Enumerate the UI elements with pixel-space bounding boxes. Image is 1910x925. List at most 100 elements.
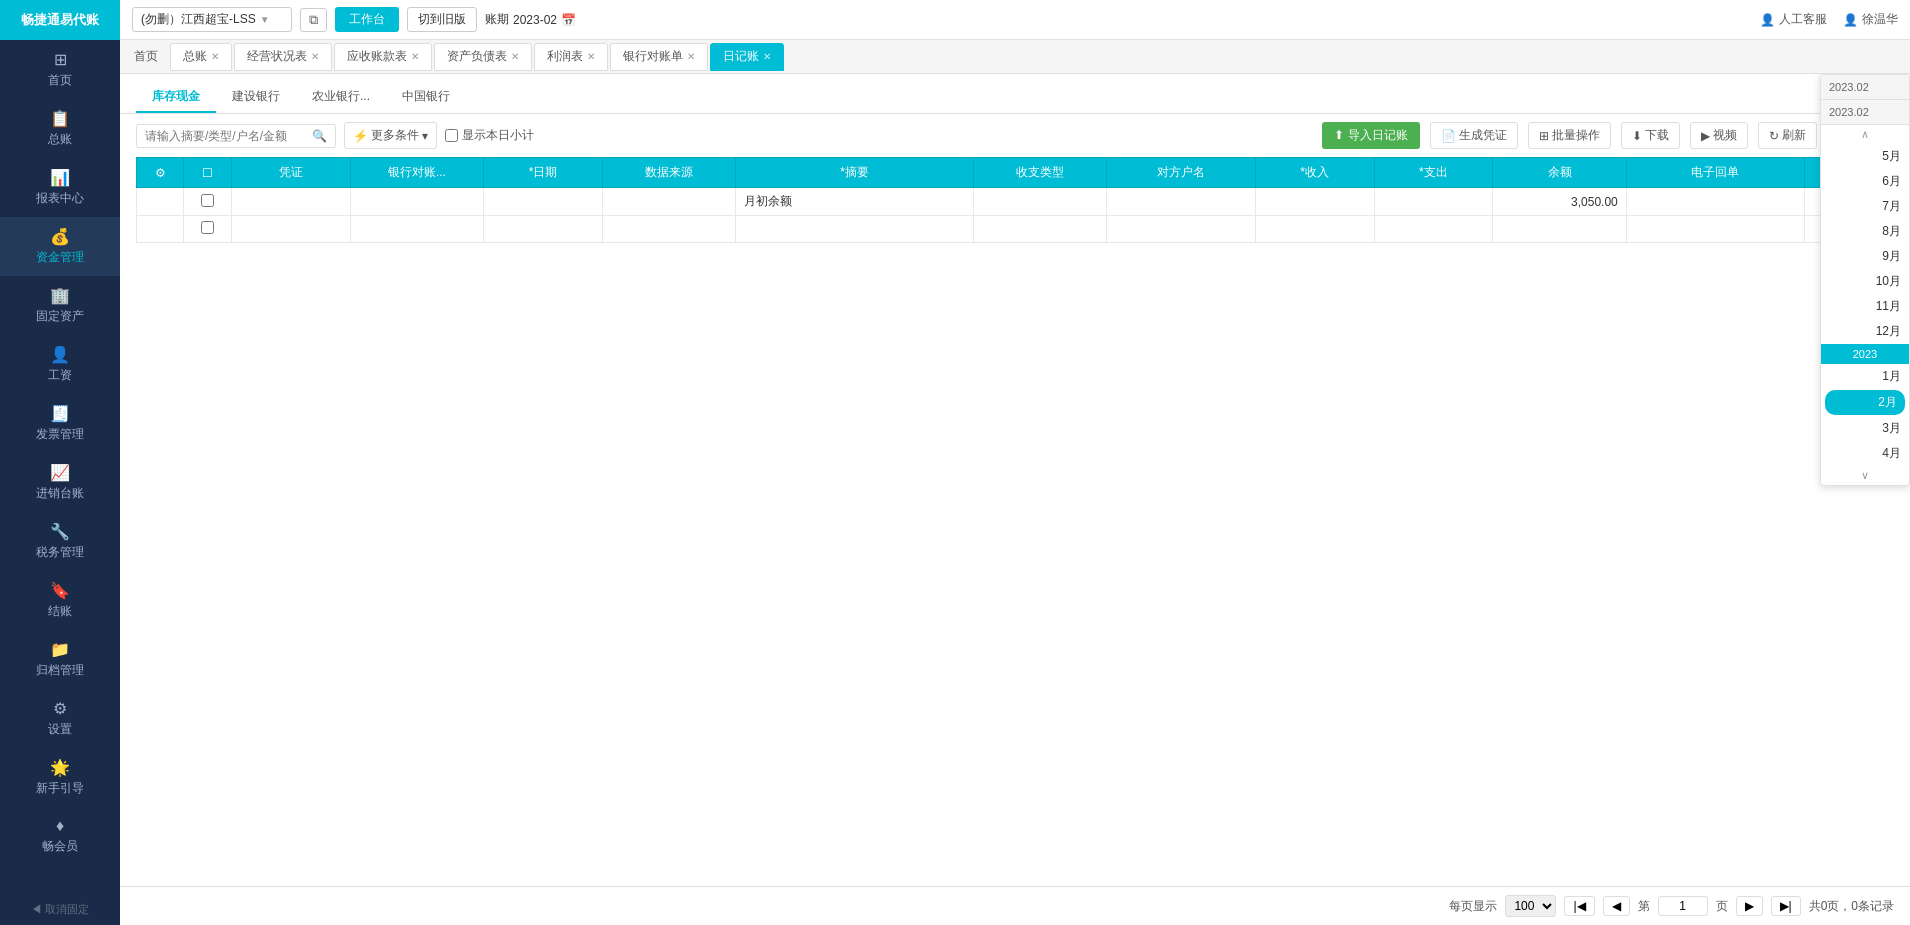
- copy-button[interactable]: ⧉: [300, 8, 327, 32]
- data-table: ⚙ ☐ 凭证 银行对账... *日期 数据来源 *摘要 收支类型 对方户名 *收…: [136, 157, 1894, 243]
- ledger-icon: 📋: [50, 109, 70, 128]
- batch-button[interactable]: ⊞ 批量操作: [1528, 122, 1611, 149]
- last-page-button[interactable]: ▶|: [1771, 896, 1801, 916]
- refresh-icon: ↻: [1769, 129, 1779, 143]
- refresh-button[interactable]: ↻ 刷新: [1758, 122, 1817, 149]
- user-menu[interactable]: 👤 徐温华: [1843, 11, 1898, 28]
- main-area: (勿删）江西超宝-LSS ▼ ⧉ 工作台 切到旧版 账期 2023-02 📅 👤…: [120, 0, 1910, 925]
- tab-ledger-close[interactable]: ✕: [211, 51, 219, 62]
- sidebar-item-reports[interactable]: 📊 报表中心: [0, 158, 120, 217]
- company-selector[interactable]: (勿删）江西超宝-LSS ▼: [132, 7, 292, 32]
- tab-receivable[interactable]: 应收账款表 ✕: [334, 43, 432, 71]
- month-1[interactable]: 1月: [1821, 364, 1909, 389]
- sidebar-item-capital[interactable]: 💰 资金管理: [0, 217, 120, 276]
- human-service[interactable]: 👤 人工客服: [1760, 11, 1827, 28]
- sidebar-item-label: 总账: [48, 131, 72, 148]
- cell-expense-1: [1374, 216, 1493, 243]
- month-8[interactable]: 8月: [1821, 219, 1909, 244]
- month-2-active[interactable]: 2月: [1825, 390, 1905, 415]
- month-12[interactable]: 12月: [1821, 319, 1909, 344]
- generate-voucher-button[interactable]: 📄 生成凭证: [1430, 122, 1518, 149]
- cell-check-0[interactable]: [184, 188, 231, 216]
- month-7[interactable]: 7月: [1821, 194, 1909, 219]
- sub-tab-construction[interactable]: 建设银行: [216, 82, 296, 113]
- table-container: ⚙ ☐ 凭证 银行对账... *日期 数据来源 *摘要 收支类型 对方户名 *收…: [120, 157, 1910, 886]
- sidebar-item-ledger[interactable]: 📋 总账: [0, 99, 120, 158]
- page-input[interactable]: [1658, 896, 1708, 916]
- cell-bank-0: [350, 188, 484, 216]
- sidebar-item-salary[interactable]: 👤 工资: [0, 335, 120, 394]
- col-summary-header: *摘要: [736, 158, 973, 188]
- sub-tab-china[interactable]: 中国银行: [386, 82, 466, 113]
- tab-status[interactable]: 经营状况表 ✕: [234, 43, 332, 71]
- next-page-button[interactable]: ▶: [1736, 896, 1763, 916]
- sidebar-item-label: 发票管理: [36, 426, 84, 443]
- tab-receivable-close[interactable]: ✕: [411, 51, 419, 62]
- sidebar-item-fixed[interactable]: 🏢 固定资产: [0, 276, 120, 335]
- tab-status-close[interactable]: ✕: [311, 51, 319, 62]
- month-3[interactable]: 3月: [1821, 416, 1909, 441]
- download-label: 下载: [1645, 127, 1669, 144]
- tab-profit[interactable]: 利润表 ✕: [534, 43, 608, 71]
- sidebar-item-tax[interactable]: 🔧 税务管理: [0, 512, 120, 571]
- tab-home[interactable]: 首页: [124, 44, 168, 69]
- month-11[interactable]: 11月: [1821, 294, 1909, 319]
- cell-type-1: [973, 216, 1107, 243]
- tab-assets-close[interactable]: ✕: [511, 51, 519, 62]
- cell-check-1[interactable]: [184, 216, 231, 243]
- sidebar-item-settle[interactable]: 🔖 结账: [0, 571, 120, 630]
- tab-bank-statement[interactable]: 银行对账单 ✕: [610, 43, 708, 71]
- calendar-icon: 📅: [561, 13, 576, 27]
- cell-source-1: [602, 216, 736, 243]
- sub-tab-agriculture[interactable]: 农业银行...: [296, 82, 386, 113]
- workspace-button[interactable]: 工作台: [335, 7, 399, 32]
- tab-bank-close[interactable]: ✕: [687, 51, 695, 62]
- tab-assets[interactable]: 资产负债表 ✕: [434, 43, 532, 71]
- sidebar-item-home[interactable]: ⊞ 首页: [0, 40, 120, 99]
- sidebar-item-invoice[interactable]: 🧾 发票管理: [0, 394, 120, 453]
- import-icon: ⬆: [1334, 128, 1344, 142]
- sidebar-item-guide[interactable]: 🌟 新手引导: [0, 748, 120, 807]
- scroll-down-arrow[interactable]: ∨: [1821, 466, 1909, 485]
- month-10[interactable]: 10月: [1821, 269, 1909, 294]
- sidebar-item-label: 报表中心: [36, 190, 84, 207]
- filter-icon: ⚡: [353, 129, 368, 143]
- month-6[interactable]: 6月: [1821, 169, 1909, 194]
- scroll-up-arrow[interactable]: ∧: [1821, 125, 1909, 144]
- table-row: 月初余额 3,050.00: [137, 188, 1894, 216]
- month-4[interactable]: 4月: [1821, 441, 1909, 466]
- prev-page-button[interactable]: ◀: [1603, 896, 1630, 916]
- sidebar-item-settings[interactable]: ⚙ 设置: [0, 689, 120, 748]
- col-settings-header[interactable]: ⚙: [137, 158, 184, 188]
- filter-button[interactable]: ⚡ 更多条件 ▾: [344, 122, 437, 149]
- download-button[interactable]: ⬇ 下载: [1621, 122, 1680, 149]
- tab-journal-close[interactable]: ✕: [763, 51, 771, 62]
- import-button[interactable]: ⬆ 导入日记账: [1322, 122, 1419, 149]
- month-5[interactable]: 5月: [1821, 144, 1909, 169]
- old-version-button[interactable]: 切到旧版: [407, 7, 477, 32]
- show-daily-input[interactable]: [445, 129, 458, 142]
- col-check-header[interactable]: ☐: [184, 158, 231, 188]
- search-box[interactable]: 🔍: [136, 124, 336, 148]
- content-area: 库存现金 建设银行 农业银行... 中国银行 🔍 ⚡ 更多条件 ▾ 显示本日小计: [120, 74, 1910, 925]
- per-page-select[interactable]: 100 50 200: [1505, 895, 1556, 917]
- sidebar-item-label: 设置: [48, 721, 72, 738]
- tab-ledger[interactable]: 总账 ✕: [170, 43, 232, 71]
- invoice-icon: 🧾: [50, 404, 70, 423]
- col-source-header: 数据来源: [602, 158, 736, 188]
- sidebar-item-archive[interactable]: 📁 归档管理: [0, 630, 120, 689]
- month-9[interactable]: 9月: [1821, 244, 1909, 269]
- sub-tab-cash[interactable]: 库存现金: [136, 82, 216, 113]
- sidebar-item-vip[interactable]: ♦ 畅会员: [0, 807, 120, 865]
- cell-bank-1: [350, 216, 484, 243]
- sidebar-item-sales[interactable]: 📈 进销台账: [0, 453, 120, 512]
- tab-journal[interactable]: 日记账 ✕: [710, 43, 784, 71]
- cell-summary-0: 月初余额: [736, 188, 973, 216]
- video-button[interactable]: ▶ 视频: [1690, 122, 1748, 149]
- tab-profit-close[interactable]: ✕: [587, 51, 595, 62]
- unpin-button[interactable]: ◀ 取消固定: [0, 894, 120, 925]
- sidebar-item-label: 税务管理: [36, 544, 84, 561]
- first-page-button[interactable]: |◀: [1564, 896, 1594, 916]
- search-input[interactable]: [145, 129, 308, 143]
- show-daily-checkbox[interactable]: 显示本日小计: [445, 127, 534, 144]
